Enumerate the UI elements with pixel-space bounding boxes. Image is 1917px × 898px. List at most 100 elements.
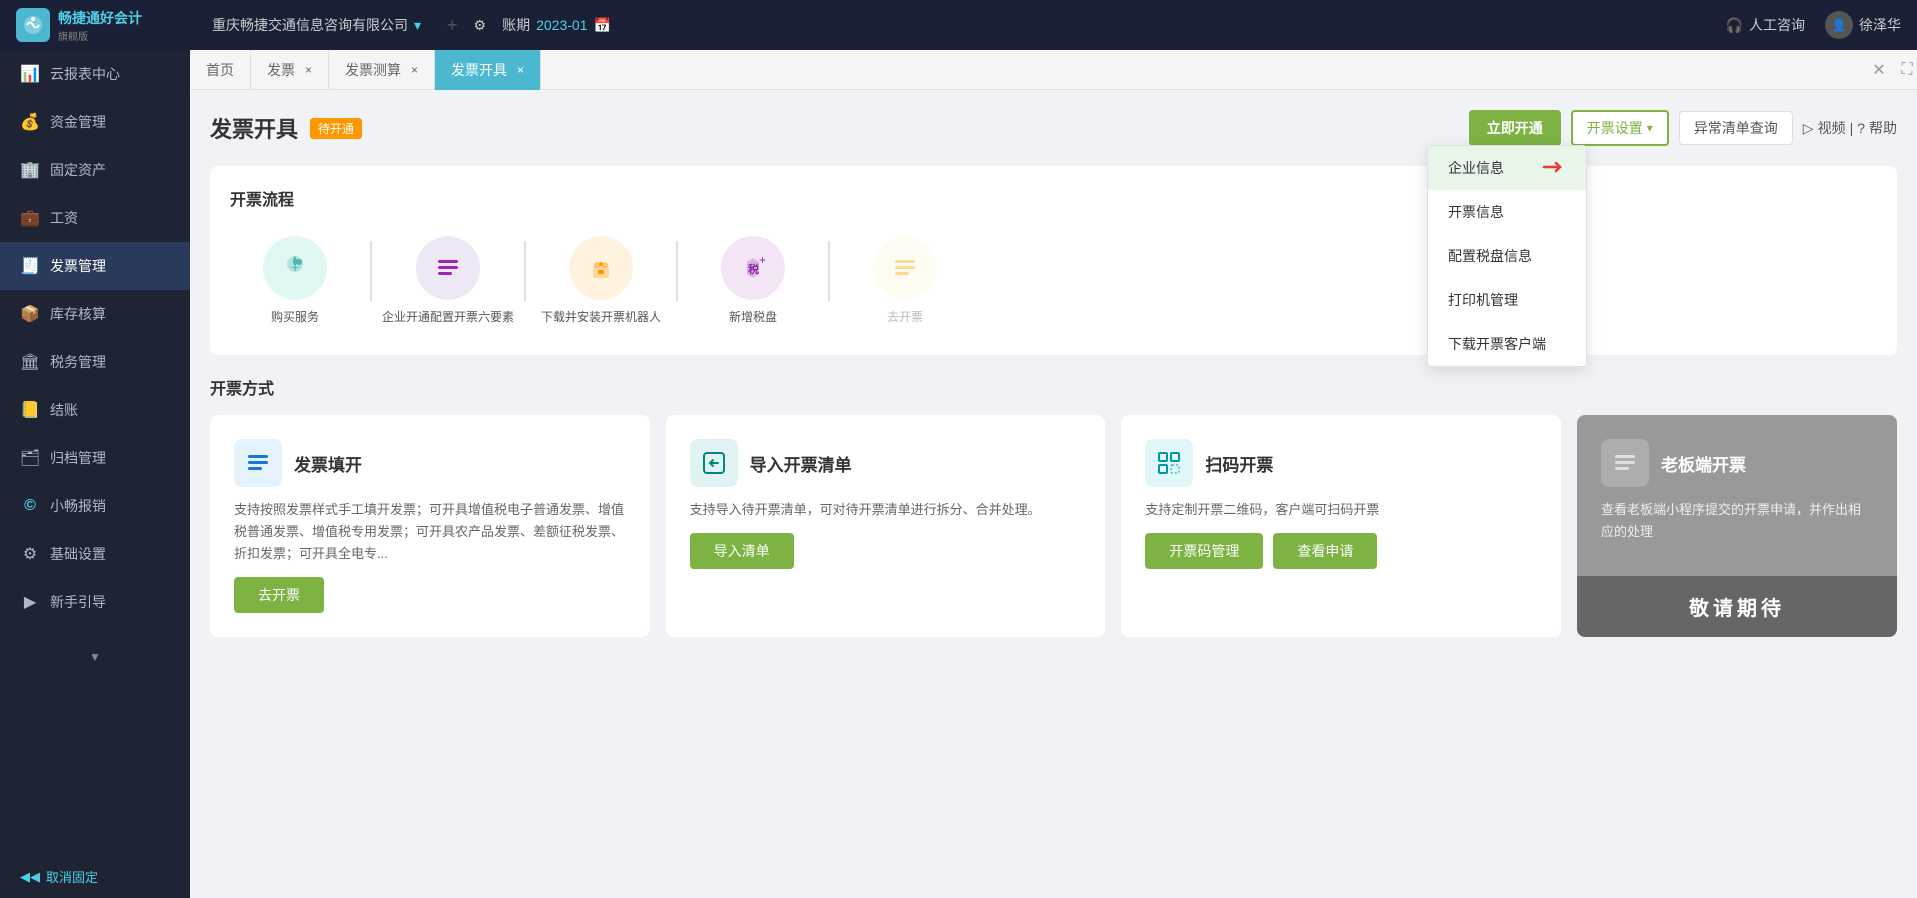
method-import-header: 导入开票清单	[690, 439, 1082, 487]
sidebar-item-gudingzichan[interactable]: 🏢 固定资产	[0, 146, 190, 194]
sidebar-item-gongzi[interactable]: 💼 工资	[0, 194, 190, 242]
company-selector[interactable]: 重庆畅捷交通信息咨询有限公司 ▾	[202, 11, 431, 39]
method-fill-btn[interactable]: 去开票	[234, 577, 324, 613]
sidebar-item-xinshou[interactable]: ▶ 新手引导	[0, 578, 190, 626]
tab-fapiaokaiqu[interactable]: 发票开具 ×	[435, 50, 541, 90]
video-help-btn[interactable]: ▷ 视频 | ? 帮助	[1803, 118, 1897, 138]
page-title: 发票开具	[210, 112, 298, 144]
sidebar-item-xiaochang[interactable]: © 小畅报销	[0, 482, 190, 530]
settings-btn[interactable]: ⚙	[474, 17, 487, 34]
sidebar-label-yunbao: 云报表中心	[50, 64, 120, 84]
invoice-settings-btn[interactable]: 开票设置 ▾	[1571, 110, 1669, 146]
process-icon-5	[873, 236, 937, 300]
tab-bar-right: ✕ ⛶	[1861, 60, 1917, 80]
tab-fapiao[interactable]: 发票 ×	[251, 50, 329, 90]
logo-icon	[16, 8, 50, 42]
user-icon: 👤	[1832, 18, 1847, 32]
jiezhang-icon: 📒	[20, 400, 40, 420]
method-import-icon	[690, 439, 738, 487]
consult-btn[interactable]: 🎧 人工咨询	[1726, 15, 1805, 35]
sidebar-item-jiezhang[interactable]: 📒 结账	[0, 386, 190, 434]
sidebar-label-xiaochang: 小畅报销	[50, 496, 106, 516]
methods-section: 开票方式	[210, 375, 1897, 637]
period-value: 2023-01	[536, 17, 587, 33]
tab-fapiaokaiqu-label: 发票开具	[451, 60, 507, 80]
method-scan-header: 扫码开票	[1145, 439, 1537, 487]
method-scan-desc: 支持定制开票二维码，客户端可扫码开票	[1145, 499, 1537, 521]
sidebar-item-guidang[interactable]: 🗂 归档管理	[0, 434, 190, 482]
sidebar-label-jichushezhi: 基础设置	[50, 544, 106, 564]
sidebar-item-zijin[interactable]: 💰 资金管理	[0, 98, 190, 146]
process-step-4: 税 + 新增税盘	[688, 236, 818, 325]
maximize-window-btn[interactable]: ⛶	[1897, 60, 1917, 80]
tab-fapiaocesuan[interactable]: 发票测算 ×	[329, 50, 435, 90]
boss-overlay: 敬请期待	[1577, 576, 1897, 637]
calendar-icon[interactable]: 📅	[594, 17, 611, 34]
method-fill-desc: 支持按照发票样式手工填开发票；可开具增值税电子普通发票、增值税普通发票、增值税专…	[234, 499, 626, 565]
process-label-2: 企业开通配置开票六要素	[382, 308, 514, 325]
process-step-1: + 购买服务	[230, 236, 360, 325]
close-window-btn[interactable]: ✕	[1869, 60, 1889, 80]
abnormal-query-btn[interactable]: 异常清单查询	[1679, 111, 1793, 145]
page-header: 发票开具 待开通 立即开通 开票设置 ▾ 异常清单查询 ▷ 视频 |	[210, 110, 1897, 146]
svg-text:+: +	[759, 253, 766, 267]
fapiao-icon: 🧾	[20, 256, 40, 276]
logo-sub: 旗舰版	[58, 28, 142, 43]
tab-fapiaokaiqu-close[interactable]: ×	[517, 63, 524, 77]
sidebar-item-kucun[interactable]: 📦 库存核算	[0, 290, 190, 338]
tab-home-label: 首页	[206, 60, 234, 80]
sidebar-label-xinshou: 新手引导	[50, 592, 106, 612]
tab-fapiao-close[interactable]: ×	[305, 63, 312, 77]
guidang-icon: 🗂	[20, 448, 40, 468]
sidebar: 📊 云报表中心 💰 资金管理 🏢 固定资产 💼 工资 🧾 发票管理 📦	[0, 50, 190, 898]
dropdown-menu: 企业信息 开票信息 配置税盘信息 打印机管理	[1427, 145, 1587, 367]
cancel-fix-label: 取消固定	[46, 867, 98, 886]
tab-fapiaocesuan-label: 发票测算	[345, 60, 401, 80]
sidebar-item-jichushezhi[interactable]: ⚙ 基础设置	[0, 530, 190, 578]
download-client-label: 下载开票客户端	[1448, 334, 1546, 354]
kucun-icon: 📦	[20, 304, 40, 324]
tab-fapiaocesuan-close[interactable]: ×	[411, 63, 418, 77]
page-content: 发票开具 待开通 立即开通 开票设置 ▾ 异常清单查询 ▷ 视频 |	[190, 90, 1917, 898]
process-flow: + 购买服务	[230, 226, 1877, 335]
company-name: 重庆畅捷交通信息咨询有限公司	[212, 15, 408, 35]
method-scan-btn2[interactable]: 查看申请	[1273, 533, 1377, 569]
method-card-scan: 扫码开票 支持定制开票二维码，客户端可扫码开票 开票码管理 查看申请	[1121, 415, 1561, 637]
logo-title: 畅捷通好会计	[58, 8, 142, 28]
method-scan-btns: 开票码管理 查看申请	[1145, 533, 1537, 569]
user-btn[interactable]: 👤 徐泽华	[1825, 11, 1901, 39]
sidebar-item-yunbao[interactable]: 📊 云报表中心	[0, 50, 190, 98]
help-label: 帮助	[1869, 118, 1897, 138]
xinshou-icon: ▶	[20, 592, 40, 612]
dropdown-item-invoice-info[interactable]: 开票信息	[1428, 190, 1586, 234]
sidebar-item-shuiwu[interactable]: 🏛 税务管理	[0, 338, 190, 386]
window-controls: ✕ ⛶	[1869, 60, 1917, 80]
method-import-btn[interactable]: 导入清单	[690, 533, 794, 569]
headset-icon: 🎧	[1726, 17, 1743, 34]
dropdown-item-printer[interactable]: 打印机管理	[1428, 278, 1586, 322]
connector-3	[676, 241, 678, 301]
dropdown-item-taxdisk[interactable]: 配置税盘信息	[1428, 234, 1586, 278]
process-step-5: 去开票	[840, 236, 970, 325]
scroll-down-icon: ▼	[89, 650, 101, 664]
svg-text:税: 税	[748, 262, 759, 276]
sidebar-scroll-down[interactable]: ▼	[0, 646, 190, 668]
dropdown-item-download[interactable]: 下载开票客户端	[1428, 322, 1586, 366]
chevron-down-icon: ▾	[414, 17, 421, 34]
question-icon: ?	[1857, 120, 1865, 136]
sidebar-cancel-fix-btn[interactable]: ◀◀ 取消固定	[0, 855, 190, 898]
sidebar-label-guidang: 归档管理	[50, 448, 106, 468]
process-label-4: 新增税盘	[729, 308, 777, 325]
method-boss-desc: 查看老板端小程序提交的开票申请，并作出相应的处理	[1601, 499, 1873, 543]
methods-grid: 发票填开 支持按照发票样式手工填开发票；可开具增值税电子普通发票、增值税普通发票…	[210, 415, 1897, 637]
method-boss-icon	[1601, 439, 1649, 487]
chevron-down-icon: ▾	[1647, 121, 1653, 135]
tab-home[interactable]: 首页	[190, 50, 251, 90]
sidebar-item-fapiao[interactable]: 🧾 发票管理	[0, 242, 190, 290]
dropdown-item-enterprise[interactable]: 企业信息	[1428, 146, 1586, 190]
immediate-open-btn[interactable]: 立即开通	[1469, 110, 1561, 146]
method-scan-btn1[interactable]: 开票码管理	[1145, 533, 1263, 569]
method-boss-header: 老板端开票	[1601, 439, 1873, 487]
sidebar-label-jiezhang: 结账	[50, 400, 78, 420]
taxdisk-config-label: 配置税盘信息	[1448, 246, 1532, 266]
